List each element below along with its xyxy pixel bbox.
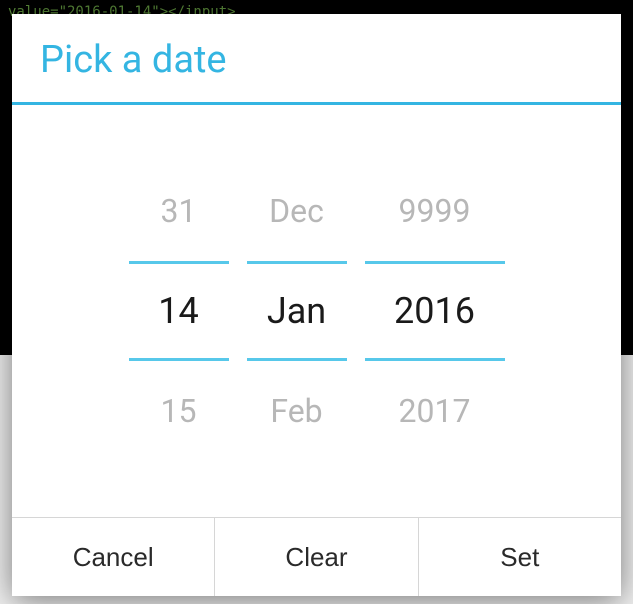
month-prev[interactable]: Dec bbox=[247, 161, 347, 261]
cancel-button[interactable]: Cancel bbox=[12, 518, 214, 596]
year-prev[interactable]: 9999 bbox=[365, 161, 505, 261]
day-next[interactable]: 15 bbox=[129, 361, 229, 461]
month-next[interactable]: Feb bbox=[247, 361, 347, 461]
dialog-header: Pick a date bbox=[12, 14, 621, 105]
year-selected[interactable]: 2016 bbox=[365, 261, 505, 361]
picker-columns: 31 14 15 Dec Jan Feb 9999 2016 2017 bbox=[129, 161, 505, 461]
year-next[interactable]: 2017 bbox=[365, 361, 505, 461]
month-column[interactable]: Dec Jan Feb bbox=[247, 161, 347, 461]
set-button[interactable]: Set bbox=[418, 518, 621, 596]
year-column[interactable]: 9999 2016 2017 bbox=[365, 161, 505, 461]
day-prev[interactable]: 31 bbox=[129, 161, 229, 261]
dialog-actions: Cancel Clear Set bbox=[12, 517, 621, 596]
clear-button[interactable]: Clear bbox=[214, 518, 417, 596]
month-selected[interactable]: Jan bbox=[247, 261, 347, 361]
day-selected[interactable]: 14 bbox=[129, 261, 229, 361]
date-picker-dialog: Pick a date 31 14 15 Dec Jan Feb 9999 20… bbox=[12, 14, 621, 596]
picker-body: 31 14 15 Dec Jan Feb 9999 2016 2017 bbox=[12, 105, 621, 517]
dialog-title: Pick a date bbox=[40, 38, 593, 82]
day-column[interactable]: 31 14 15 bbox=[129, 161, 229, 461]
